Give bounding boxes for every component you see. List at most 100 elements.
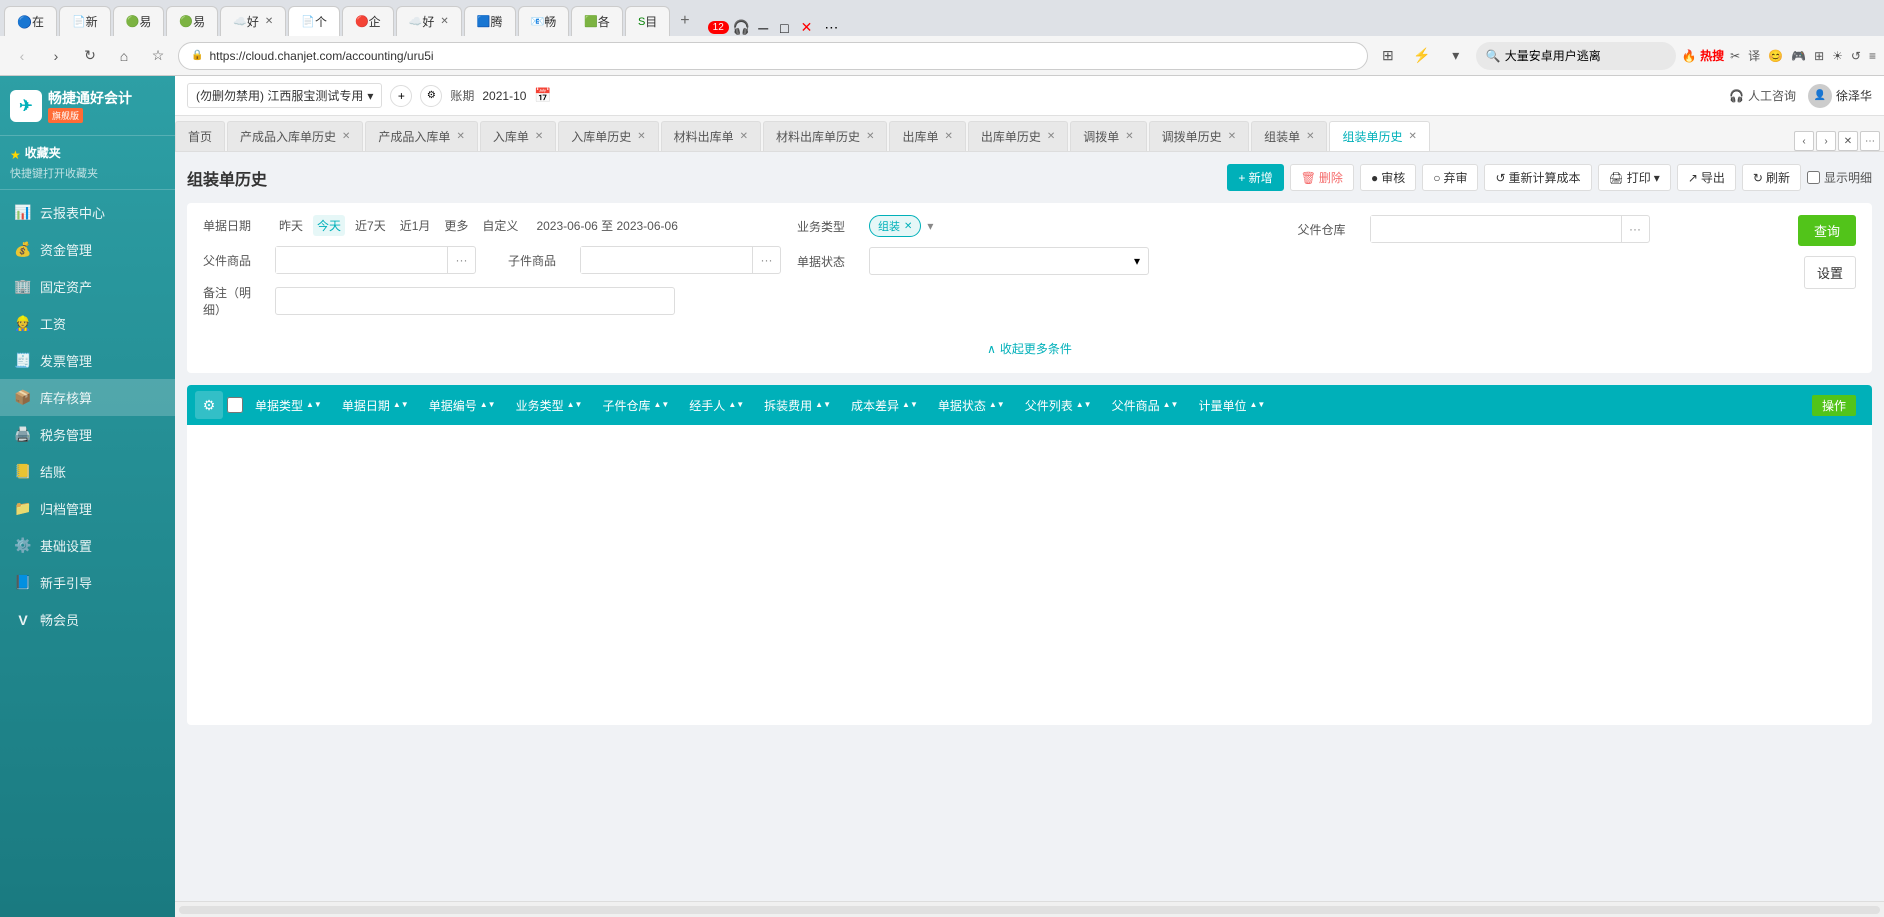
scissors-icon[interactable]: ✂ [1730,49,1740,63]
sidebar-item-assets[interactable]: 🏢 固定资产 [0,268,175,305]
browser-tab-7[interactable]: 🔴 企 [342,6,394,36]
tab-home[interactable]: 首页 [175,121,225,151]
tab-close-icon[interactable]: ✕ [1047,131,1055,142]
undo-icon[interactable]: ↺ [1851,49,1861,63]
refresh-browser-button[interactable]: ↻ [76,42,104,70]
browser-tab-3[interactable]: 🟢 易 [113,6,165,36]
col-header-child-warehouse[interactable]: 子件仓库 ▲▼ [594,397,677,414]
calendar-icon[interactable]: 📅 [534,87,551,104]
refresh-button[interactable]: ↻ 刷新 [1742,164,1801,191]
col-header-number[interactable]: 单据编号 ▲▼ [421,397,504,414]
tabs-more[interactable]: ⋯ [1860,131,1880,151]
print-button[interactable]: 🖨 打印 ▾ [1598,164,1671,191]
parent-warehouse-dots-button[interactable]: ··· [1621,216,1649,242]
col-header-cost-diff[interactable]: 成本差异 ▲▼ [843,397,926,414]
sidebar-item-archive[interactable]: 📁 归档管理 [0,490,175,527]
extra-icon[interactable]: ⋯ [820,19,842,36]
shortcut-more[interactable]: 更多 [440,215,472,236]
browser-search-box[interactable]: 🔍 大量安卓用户逃离 [1476,42,1676,70]
browser-tab-2[interactable]: 📄 新 [59,6,111,36]
star-button[interactable]: ☆ [144,42,172,70]
show-details-checkbox[interactable]: 显示明细 [1807,169,1872,186]
forward-button[interactable]: › [42,42,70,70]
settings-gear-button[interactable]: ⚙ [420,85,442,107]
tab-transfer[interactable]: 调拨单 ✕ [1070,121,1146,151]
tabs-scroll-right[interactable]: › [1816,131,1836,151]
tab-close-icon[interactable]: ✕ [1409,131,1417,142]
tab-close-icon[interactable]: ✕ [342,131,350,142]
tab-finished-in[interactable]: 产成品入库单 ✕ [365,121,477,151]
emoji-icon[interactable]: 😊 [1768,49,1783,63]
show-details-input[interactable] [1807,171,1820,184]
tab-out-history[interactable]: 出库单历史 ✕ [968,121,1068,151]
col-header-parent-goods[interactable]: 父件商品 ▲▼ [1104,397,1187,414]
tabs-close-current[interactable]: ✕ [1838,131,1858,151]
tab-assembly[interactable]: 组装单 ✕ [1251,121,1327,151]
table-settings-button[interactable]: ⚙ [195,391,223,419]
tab-close-icon[interactable]: ✕ [944,131,952,142]
tabs-scroll-left[interactable]: ‹ [1794,131,1814,151]
tab-finished-in-history[interactable]: 产成品入库单历史 ✕ [227,121,363,151]
sidebar-item-invoice[interactable]: 🧾 发票管理 [0,342,175,379]
grid-icon[interactable]: ⊞ [1814,49,1824,63]
child-goods-dots-button[interactable]: ··· [752,247,780,273]
status-dropdown[interactable]: ▾ [869,247,1149,275]
game-icon[interactable]: 🎮 [1791,49,1806,63]
tab-transfer-history[interactable]: 调拨单历史 ✕ [1149,121,1249,151]
tab-close-icon[interactable]: ✕ [535,131,543,142]
abandon-button[interactable]: ○ 弃审 [1422,164,1478,191]
col-header-status[interactable]: 单据状态 ▲▼ [930,397,1013,414]
translate-icon[interactable]: 译 [1748,47,1760,64]
set-button[interactable]: 设置 [1804,256,1856,289]
collapse-button[interactable]: ∧ 收起更多条件 [203,336,1856,361]
tab-close-icon[interactable]: ✕ [1228,131,1236,142]
browser-tab-12[interactable]: S 目 [625,6,670,36]
dropdown-button[interactable]: ▾ [1442,42,1470,70]
tab-close-icon[interactable]: ✕ [1125,131,1133,142]
browser-tab-11[interactable]: 🟩 各 [571,6,623,36]
sidebar-item-guide[interactable]: 📘 新手引导 [0,564,175,601]
sidebar-item-member[interactable]: V 畅会员 [0,601,175,638]
sidebar-item-tax[interactable]: 🖨️ 税务管理 [0,416,175,453]
browser-tab-6[interactable]: 📄 个 [288,6,340,36]
col-header-biz-type[interactable]: 业务类型 ▲▼ [508,397,591,414]
tab-close-icon[interactable]: ✕ [740,131,748,142]
browser-tab-8[interactable]: ☁️ 好 ✕ [396,6,462,36]
col-header-date[interactable]: 单据日期 ▲▼ [334,397,417,414]
maximize-icon[interactable]: □ [776,20,792,36]
tag-remove-icon[interactable]: ✕ [904,221,912,232]
col-header-unit[interactable]: 计量单位 ▲▼ [1190,397,1273,414]
add-company-button[interactable]: + [390,85,412,107]
shortcut-today[interactable]: 今天 [313,215,345,236]
service-button[interactable]: 🎧 人工咨询 [1729,87,1796,104]
audit-button[interactable]: ● 审核 [1360,164,1416,191]
browser-tab-4[interactable]: 🟢 易 [166,6,218,36]
select-all-checkbox[interactable] [227,397,243,413]
tab-in-order[interactable]: 入库单 ✕ [480,121,556,151]
browser-tab-5[interactable]: ☁️ 好 ✕ [220,6,286,36]
col-header-handler[interactable]: 经手人 ▲▼ [681,397,752,414]
tab-out-order[interactable]: 出库单 ✕ [889,121,965,151]
address-bar[interactable]: 🔒 https://cloud.chanjet.com/accounting/u… [178,42,1368,70]
shortcut-1month[interactable]: 近1月 [396,215,435,236]
sidebar-item-reports[interactable]: 📊 云报表中心 [0,194,175,231]
close-window-icon[interactable]: ✕ [797,19,817,36]
browser-tab-1[interactable]: 🔵 在 [4,6,57,36]
browser-tab-9[interactable]: 🟦 腾 [464,6,516,36]
back-button[interactable]: ‹ [8,42,36,70]
sidebar-item-inventory[interactable]: 📦 库存核算 [0,379,175,416]
parent-goods-dots-button[interactable]: ··· [447,247,475,273]
tab-close-icon[interactable]: ✕ [456,131,464,142]
shortcut-yesterday[interactable]: 昨天 [275,215,307,236]
sidebar-item-settings[interactable]: ⚙️ 基础设置 [0,527,175,564]
child-goods-input[interactable] [581,247,752,273]
scrollbar-track[interactable] [179,906,1880,914]
tab-close-icon[interactable]: ✕ [637,131,645,142]
horizontal-scrollbar[interactable] [175,901,1884,917]
tab-material-out[interactable]: 材料出库单 ✕ [661,121,761,151]
lightning-button[interactable]: ⚡ [1408,42,1436,70]
tab-assembly-history[interactable]: 组装单历史 ✕ [1329,121,1429,151]
col-header-type[interactable]: 单据类型 ▲▼ [247,397,330,414]
dropdown-icon[interactable]: ▾ [927,219,933,233]
tab-menu-icon[interactable]: 🎧 [733,19,750,36]
